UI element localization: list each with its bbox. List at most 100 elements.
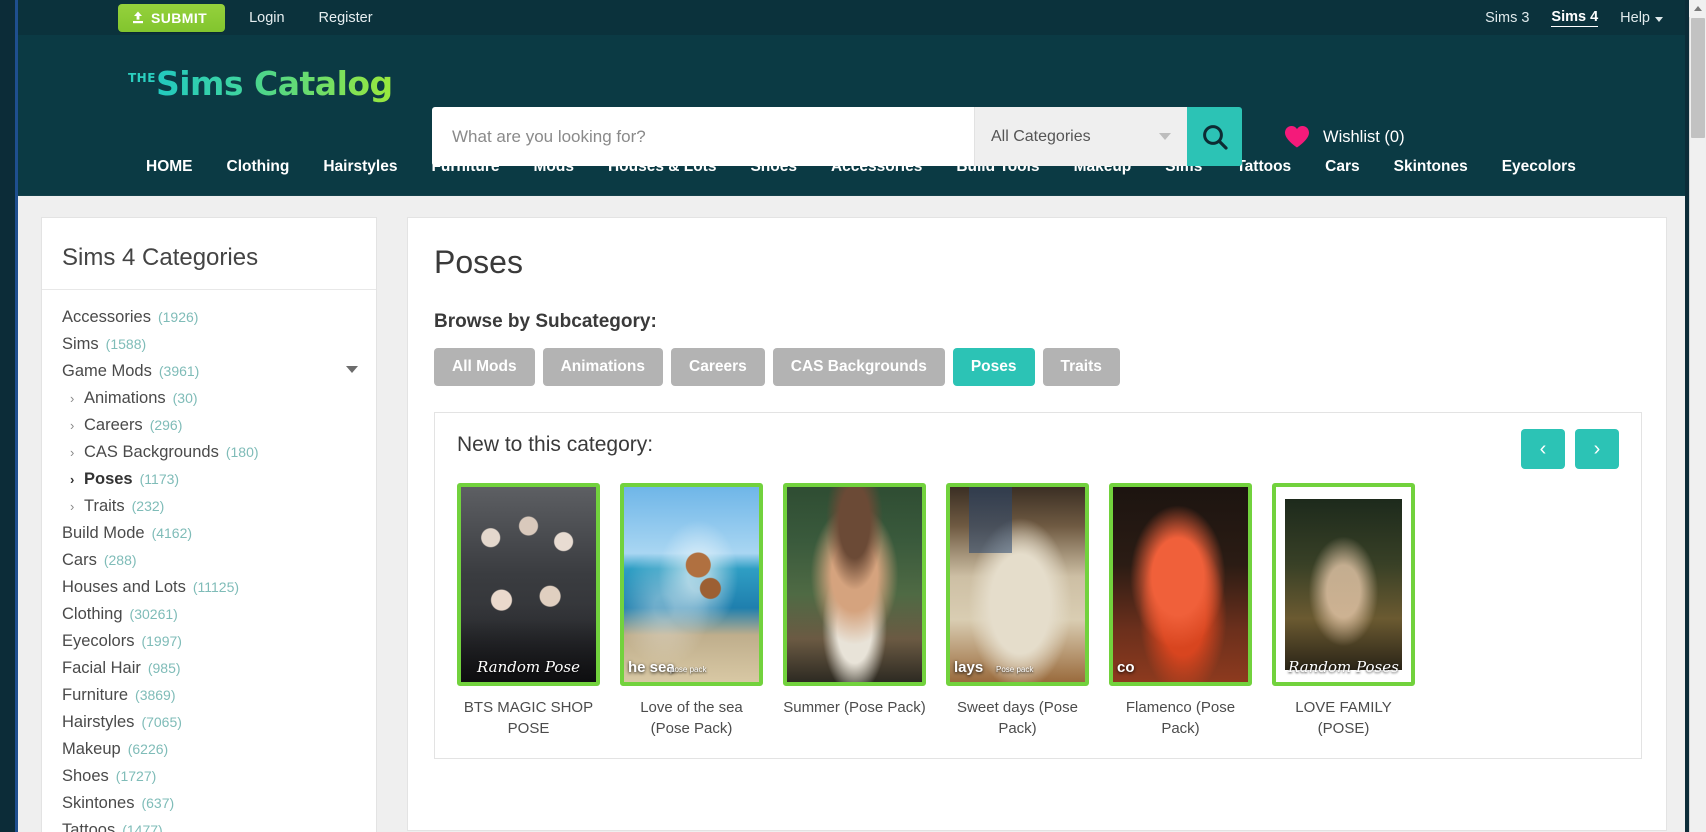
sims4-link[interactable]: Sims 4 xyxy=(1551,9,1599,27)
sidebar-item-clothing[interactable]: Clothing (30261) xyxy=(42,601,376,628)
card-thumbnail[interactable]: Random Poses xyxy=(1272,483,1415,686)
sidebar-item-label: Tattoos xyxy=(62,821,116,832)
subcategory-button-animations[interactable]: Animations xyxy=(542,348,663,386)
scrollbar-thumb[interactable] xyxy=(1691,18,1705,138)
subcategory-button-cas-backgrounds[interactable]: CAS Backgrounds xyxy=(772,348,945,386)
sidebar-item-label: Clothing xyxy=(62,605,123,623)
heart-icon xyxy=(1285,126,1309,148)
chevron-right-icon: › xyxy=(70,472,75,487)
sidebar-item-count: (1477) xyxy=(122,822,163,832)
submit-button-label: SUBMIT xyxy=(151,9,208,26)
carousel-card[interactable]: he sea pose pack Love of the sea (Pose Pac… xyxy=(620,483,763,740)
carousel-prev-button[interactable]: ‹ xyxy=(1521,429,1565,469)
chevron-down-icon[interactable] xyxy=(346,366,358,373)
logo-the: THE xyxy=(128,71,156,85)
scroll-up-arrow[interactable] xyxy=(1689,0,1706,17)
sidebar-title: Sims 4 Categories xyxy=(42,244,376,290)
sidebar-item-count: (232) xyxy=(131,498,165,514)
card-thumbnail[interactable]: co xyxy=(1109,483,1252,686)
carousel-navigation: ‹ › xyxy=(1521,429,1619,469)
sidebar-item-skintones[interactable]: Skintones (637) xyxy=(42,790,376,817)
sidebar-item-count: (3961) xyxy=(158,363,200,379)
sidebar-item-facial-hair[interactable]: Facial Hair (985) xyxy=(42,655,376,682)
nav-item-skintones[interactable]: Skintones xyxy=(1394,158,1468,176)
nav-item-home[interactable]: HOME xyxy=(146,158,193,176)
carousel-card[interactable]: co Flamenco (Pose Pack) xyxy=(1109,483,1252,740)
sidebar-item-furniture[interactable]: Furniture (3869) xyxy=(42,682,376,709)
carousel-next-button[interactable]: › xyxy=(1575,429,1619,469)
wishlist-link[interactable]: Wishlist (0) xyxy=(1284,125,1405,149)
carousel-card[interactable]: lays Pose pack Sweet days (Pose Pack) xyxy=(946,483,1089,740)
top-utility-right: Sims 3 Sims 4 Help xyxy=(1463,0,1663,35)
sidebar-item-tattoos[interactable]: Tattoos (1477) xyxy=(42,817,376,832)
site-logo[interactable]: THESims Catalog xyxy=(128,67,393,100)
category-select-value: All Categories xyxy=(991,127,1091,145)
register-link[interactable]: Register xyxy=(309,6,383,30)
submit-button[interactable]: SUBMIT xyxy=(118,3,226,32)
sidebar-item-game-mods[interactable]: Game Mods (3961) xyxy=(42,358,376,385)
sidebar-item-label: Houses and Lots xyxy=(62,578,186,596)
carousel-card[interactable]: Random Poses LOVE FAMILY (POSE) xyxy=(1272,483,1415,740)
nav-item-cars[interactable]: Cars xyxy=(1325,158,1359,176)
card-thumbnail[interactable]: he sea pose pack xyxy=(620,483,763,686)
sidebar-item-label: Sims xyxy=(62,335,99,353)
search-button[interactable] xyxy=(1187,107,1242,166)
sidebar-item-label: Accessories xyxy=(62,308,151,326)
chevron-right-icon: › xyxy=(70,445,75,460)
sidebar-item-houses-and-lots[interactable]: Houses and Lots (11125) xyxy=(42,574,376,601)
sidebar-item-count: (6226) xyxy=(127,741,169,757)
sidebar-item-traits[interactable]: › Traits (232) xyxy=(42,493,376,520)
top-utility-left: SUBMIT Login Register xyxy=(118,3,383,32)
sidebar-item-count: (4162) xyxy=(151,525,193,541)
sidebar-item-eyecolors[interactable]: Eyecolors (1997) xyxy=(42,628,376,655)
sidebar-item-animations[interactable]: › Animations (30) xyxy=(42,385,376,412)
sidebar-item-cas-backgrounds[interactable]: › CAS Backgrounds (180) xyxy=(42,439,376,466)
subcategory-button-all-mods[interactable]: All Mods xyxy=(434,348,535,386)
sidebar-item-cars[interactable]: Cars (288) xyxy=(42,547,376,574)
sidebar-item-count: (7065) xyxy=(141,714,182,730)
sidebar-item-count: (296) xyxy=(149,417,183,433)
sidebar-item-makeup[interactable]: Makeup (6226) xyxy=(42,736,376,763)
card-title: Flamenco (Pose Pack) xyxy=(1125,699,1236,738)
card-thumbnail[interactable]: lays Pose pack xyxy=(946,483,1089,686)
nav-item-tattoos[interactable]: Tattoos xyxy=(1236,158,1291,176)
sidebar-item-poses[interactable]: › Poses (1173) xyxy=(42,466,376,493)
sidebar: Sims 4 Categories Accessories (1926) Sims (… xyxy=(41,217,377,832)
card-overlay-subtext: Pose pack xyxy=(996,665,1034,674)
sidebar-item-sims[interactable]: Sims (1588) xyxy=(42,331,376,358)
upload-icon xyxy=(133,11,143,24)
subcategory-button-careers[interactable]: Careers xyxy=(671,348,765,386)
help-menu[interactable]: Help xyxy=(1620,10,1663,26)
sidebar-item-label: Hairstyles xyxy=(62,713,135,731)
chevron-right-icon: › xyxy=(70,391,75,406)
category-select[interactable]: All Categories xyxy=(974,107,1187,166)
search-input[interactable] xyxy=(432,107,974,166)
nav-item-hairstyles[interactable]: Hairstyles xyxy=(323,158,397,176)
login-link[interactable]: Login xyxy=(239,6,294,30)
sidebar-item-count: (1727) xyxy=(115,768,157,784)
page-scrollbar[interactable] xyxy=(1689,0,1706,832)
nav-item-eyecolors[interactable]: Eyecolors xyxy=(1502,158,1576,176)
sidebar-item-hairstyles[interactable]: Hairstyles (7065) xyxy=(42,709,376,736)
sidebar-item-label: Poses xyxy=(84,470,133,488)
sidebar-item-careers[interactable]: › Careers (296) xyxy=(42,412,376,439)
card-thumbnail[interactable]: Random Pose xyxy=(457,483,600,686)
card-thumbnail[interactable] xyxy=(783,483,926,686)
chevron-down-icon xyxy=(1159,133,1171,140)
sidebar-item-accessories[interactable]: Accessories (1926) xyxy=(42,304,376,331)
sidebar-item-label: Shoes xyxy=(62,767,109,785)
sims3-link[interactable]: Sims 3 xyxy=(1485,10,1529,26)
sidebar-item-label: Build Mode xyxy=(62,524,145,542)
sidebar-item-shoes[interactable]: Shoes (1727) xyxy=(42,763,376,790)
sidebar-item-count: (1588) xyxy=(105,336,147,352)
carousel-card[interactable]: Summer (Pose Pack) xyxy=(783,483,926,740)
logo-catalog: Catalog xyxy=(254,64,393,103)
sidebar-item-build-mode[interactable]: Build Mode (4162) xyxy=(42,520,376,547)
browse-subcategory-label: Browse by Subcategory: xyxy=(434,311,657,332)
carousel-card[interactable]: Random Pose BTS MAGIC SHOP POSE xyxy=(457,483,600,740)
card-title: Sweet days (Pose Pack) xyxy=(957,699,1078,738)
subcategory-button-row: All Mods Animations Careers CAS Backgrounds… xyxy=(434,348,1642,386)
subcategory-button-poses[interactable]: Poses xyxy=(952,348,1035,386)
nav-item-clothing[interactable]: Clothing xyxy=(227,158,290,176)
subcategory-button-traits[interactable]: Traits xyxy=(1042,348,1120,386)
